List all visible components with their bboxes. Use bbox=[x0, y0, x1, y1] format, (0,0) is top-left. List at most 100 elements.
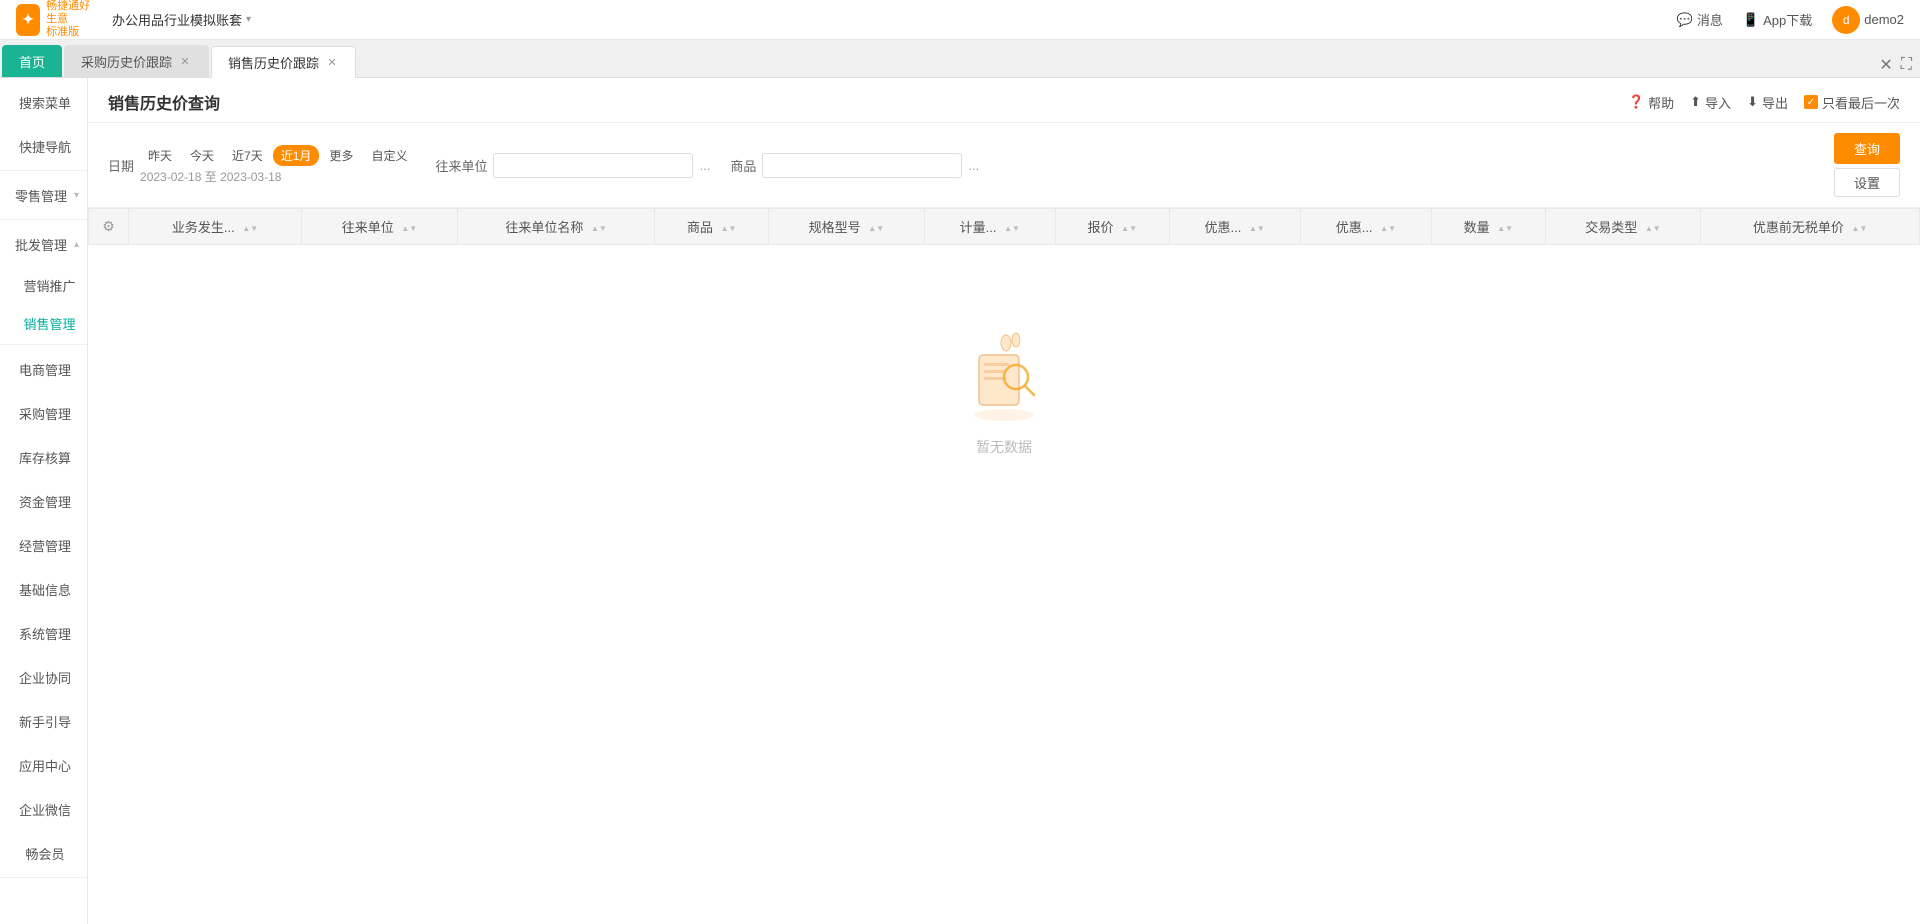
sort-icon-counterparty-name[interactable]: ▲▼ bbox=[591, 224, 607, 233]
gear-icon[interactable]: ⚙ bbox=[102, 218, 115, 234]
sidebar-item-enterprise[interactable]: 企业协同 bbox=[0, 655, 87, 699]
tab-purchase-history[interactable]: 采购历史价跟踪 ✕ bbox=[64, 45, 209, 77]
import-label: 导入 bbox=[1705, 93, 1731, 112]
sidebar-item-inventory[interactable]: 库存核算 bbox=[0, 435, 87, 479]
goods-dots[interactable]: ... bbox=[968, 158, 979, 173]
goods-filter-group: 商品 ... bbox=[730, 153, 979, 178]
sort-icon-spec[interactable]: ▲▼ bbox=[868, 224, 884, 233]
tab-home-label: 首页 bbox=[19, 52, 45, 71]
sidebar-item-operations[interactable]: 经营管理 bbox=[0, 523, 87, 567]
app-selector[interactable]: 办公用品行业模拟账套 ▾ bbox=[104, 6, 259, 33]
sidebar-item-basic-info[interactable]: 基础信息 bbox=[0, 567, 87, 611]
only-last-label: 只看最后一次 bbox=[1822, 93, 1900, 112]
sidebar-item-retail-mgmt[interactable]: 零售管理 ▾ bbox=[0, 173, 87, 217]
table-header: ⚙ 业务发生... ▲▼ 往来单位 ▲▼ 往来单位名称 ▲▼ bbox=[89, 209, 1920, 245]
sidebar-item-quick-nav[interactable]: 快捷导航 bbox=[0, 124, 87, 168]
date-filter-label: 日期 bbox=[108, 156, 134, 175]
close-window-button[interactable]: ✕ bbox=[1879, 55, 1892, 75]
sort-icon-quantity[interactable]: ▲▼ bbox=[1497, 224, 1513, 233]
th-discount1: 优惠... ▲▼ bbox=[1169, 209, 1300, 245]
download-icon: 📱 bbox=[1743, 12, 1759, 28]
header-left: ✦ 畅捷通好生意 标准版 办公用品行业模拟账套 ▾ bbox=[16, 0, 259, 39]
tab-bar: 首页 采购历史价跟踪 ✕ 销售历史价跟踪 ✕ ✕ ⛶ bbox=[0, 40, 1920, 78]
sidebar-enterprise-wechat-label: 企业微信 bbox=[19, 800, 71, 819]
sidebar-item-system[interactable]: 系统管理 bbox=[0, 611, 87, 655]
query-button[interactable]: 查询 bbox=[1834, 133, 1900, 164]
sidebar-item-finance[interactable]: 资金管理 bbox=[0, 479, 87, 523]
sidebar-item-marketing[interactable]: 营销推广 bbox=[0, 266, 87, 304]
table-area: ⚙ 业务发生... ▲▼ 往来单位 ▲▼ 往来单位名称 ▲▼ bbox=[88, 208, 1920, 924]
counterparty-label: 往来单位 bbox=[435, 156, 487, 175]
date-btn-today[interactable]: 今天 bbox=[182, 145, 222, 166]
checkbox-checked-icon: ✓ bbox=[1804, 95, 1818, 109]
th-quote: 报价 ▲▼ bbox=[1055, 209, 1169, 245]
date-btn-yesterday[interactable]: 昨天 bbox=[140, 145, 180, 166]
sidebar: 搜索菜单 快捷导航 零售管理 ▾ 批发管理 ▴ 营销推广 销售管理 bbox=[0, 78, 88, 924]
page-header: 销售历史价查询 ❓ 帮助 ⬆ 导入 ⬇ 导出 ✓ 只看最后一次 bbox=[88, 78, 1920, 123]
sidebar-wholesale-label: 批发管理 bbox=[15, 235, 67, 254]
sort-icon-counterparty[interactable]: ▲▼ bbox=[401, 224, 417, 233]
export-icon: ⬇ bbox=[1747, 94, 1758, 110]
sidebar-item-membership[interactable]: 畅会员 bbox=[0, 831, 87, 875]
sidebar-system-label: 系统管理 bbox=[19, 624, 71, 643]
sidebar-item-wholesale-mgmt[interactable]: 批发管理 ▴ bbox=[0, 222, 87, 266]
sidebar-marketing-label: 营销推广 bbox=[23, 276, 75, 295]
main-layout: 搜索菜单 快捷导航 零售管理 ▾ 批发管理 ▴ 营销推广 销售管理 bbox=[0, 78, 1920, 924]
counterparty-input[interactable] bbox=[493, 153, 693, 178]
sidebar-item-purchase-mgmt[interactable]: 采购管理 bbox=[0, 391, 87, 435]
counterparty-dots[interactable]: ... bbox=[699, 158, 710, 173]
sort-icon-pre-tax-price[interactable]: ▲▼ bbox=[1852, 224, 1868, 233]
sidebar-item-search-menu[interactable]: 搜索菜单 bbox=[0, 80, 87, 124]
th-spec: 规格型号 ▲▼ bbox=[769, 209, 925, 245]
close-tab-purchase[interactable]: ✕ bbox=[178, 55, 192, 69]
sidebar-item-enterprise-wechat[interactable]: 企业微信 bbox=[0, 787, 87, 831]
date-btn-1month[interactable]: 近1月 bbox=[273, 145, 320, 166]
sidebar-item-sales-mgmt[interactable]: 销售管理 bbox=[0, 304, 87, 342]
th-counterparty-name: 往来单位名称 ▲▼ bbox=[457, 209, 655, 245]
sort-icon-quote[interactable]: ▲▼ bbox=[1121, 224, 1137, 233]
sort-icon-goods[interactable]: ▲▼ bbox=[721, 224, 737, 233]
sidebar-item-ecommerce[interactable]: 电商管理 bbox=[0, 347, 87, 391]
th-quantity: 数量 ▲▼ bbox=[1431, 209, 1545, 245]
sidebar-top-section: 搜索菜单 快捷导航 bbox=[0, 78, 87, 171]
sidebar-item-app-center[interactable]: 应用中心 bbox=[0, 743, 87, 787]
sidebar-item-guide[interactable]: 新手引导 bbox=[0, 699, 87, 743]
sort-icon-discount2[interactable]: ▲▼ bbox=[1380, 224, 1396, 233]
tab-home[interactable]: 首页 bbox=[2, 45, 62, 77]
empty-illustration bbox=[954, 325, 1054, 425]
tab-sales-history[interactable]: 销售历史价跟踪 ✕ bbox=[211, 46, 356, 78]
sidebar-wholesale-section: 批发管理 ▴ 营销推广 销售管理 bbox=[0, 220, 87, 345]
logo-area: ✦ 畅捷通好生意 标准版 bbox=[16, 0, 96, 39]
sidebar-other-section: 电商管理 采购管理 库存核算 资金管理 经营管理 基础信息 系统管理 企业协同 bbox=[0, 345, 87, 878]
empty-state: 暂无数据 bbox=[88, 245, 1920, 537]
download-button[interactable]: 📱 App下载 bbox=[1743, 10, 1812, 29]
date-filter-group: 日期 昨天 今天 近7天 近1月 更多 自定义 2023-02-18 至 202… bbox=[108, 145, 415, 185]
th-unit: 计量... ▲▼ bbox=[924, 209, 1055, 245]
settings-button[interactable]: 设置 bbox=[1834, 168, 1900, 197]
chevron-right-icon: ▾ bbox=[74, 190, 79, 201]
sort-icon-unit[interactable]: ▲▼ bbox=[1004, 224, 1020, 233]
expand-window-button[interactable]: ⛶ bbox=[1901, 56, 1912, 74]
sort-icon-discount1[interactable]: ▲▼ bbox=[1249, 224, 1265, 233]
date-btn-custom[interactable]: 自定义 bbox=[363, 145, 415, 166]
date-btn-7days[interactable]: 近7天 bbox=[224, 145, 271, 166]
sidebar-finance-label: 资金管理 bbox=[19, 492, 71, 511]
sort-icon-biz-date[interactable]: ▲▼ bbox=[242, 224, 258, 233]
only-last-checkbox[interactable]: ✓ 只看最后一次 bbox=[1804, 93, 1900, 112]
help-button[interactable]: ❓ 帮助 bbox=[1628, 93, 1674, 112]
close-tab-sales[interactable]: ✕ bbox=[325, 55, 339, 69]
message-button[interactable]: 💬 消息 bbox=[1677, 10, 1723, 29]
import-button[interactable]: ⬆ 导入 bbox=[1690, 93, 1731, 112]
data-table: ⚙ 业务发生... ▲▼ 往来单位 ▲▼ 往来单位名称 ▲▼ bbox=[88, 208, 1920, 245]
export-button[interactable]: ⬇ 导出 bbox=[1747, 93, 1788, 112]
top-header: ✦ 畅捷通好生意 标准版 办公用品行业模拟账套 ▾ 💬 消息 📱 App下载 d… bbox=[0, 0, 1920, 40]
sidebar-membership-label: 畅会员 bbox=[25, 844, 64, 863]
import-icon: ⬆ bbox=[1690, 94, 1701, 110]
message-label: 消息 bbox=[1697, 10, 1723, 29]
user-menu[interactable]: d demo2 bbox=[1832, 6, 1904, 34]
date-btn-more[interactable]: 更多 bbox=[321, 145, 361, 166]
tab-bar-right: ✕ ⛶ bbox=[1879, 55, 1920, 77]
sort-icon-trade-type[interactable]: ▲▼ bbox=[1645, 224, 1661, 233]
goods-input[interactable] bbox=[762, 153, 962, 178]
chevron-up-icon: ▴ bbox=[74, 239, 79, 250]
